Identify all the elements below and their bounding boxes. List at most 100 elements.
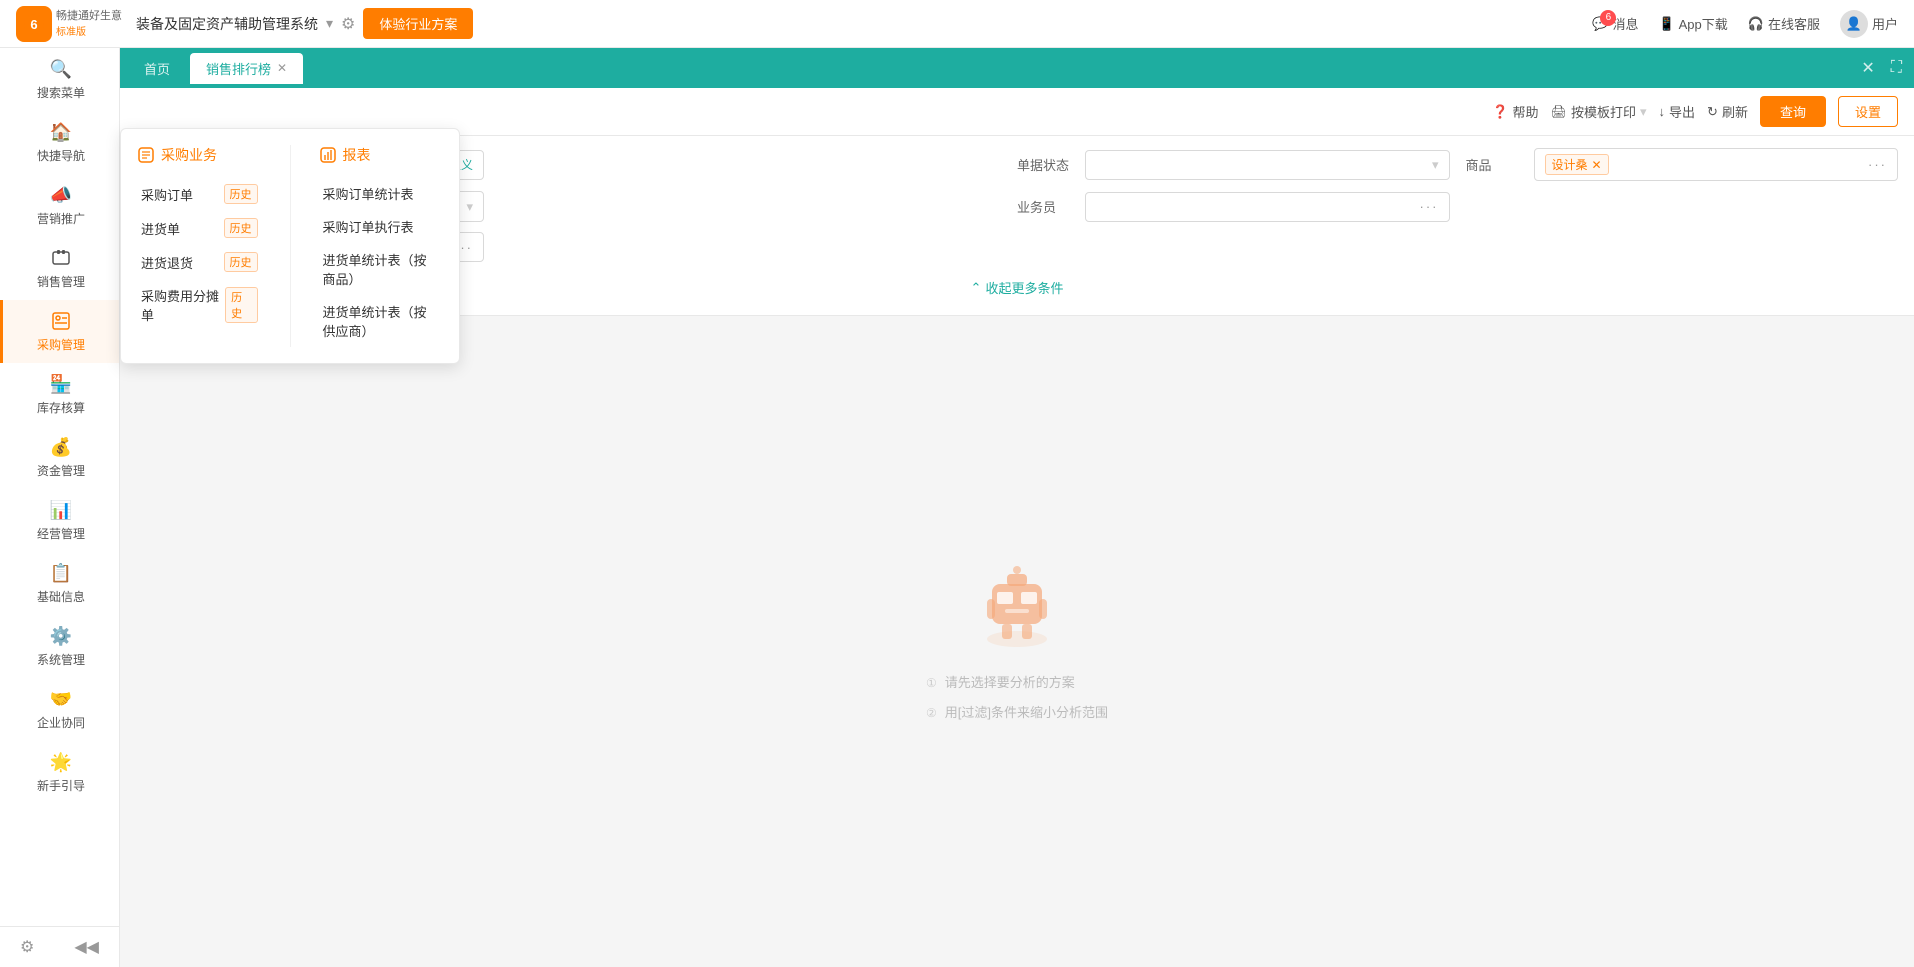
gear-icon[interactable]: ⚙	[341, 14, 355, 34]
dropdown-arrow-icon[interactable]: ▾	[326, 15, 333, 32]
dropdown-item-expense[interactable]: 采购费用分摊单 历史	[137, 279, 262, 331]
dropdown-item-return[interactable]: 进货退货 历史	[137, 245, 262, 279]
sidebar-item-sales[interactable]: 销售管理	[0, 237, 119, 300]
user-menu[interactable]: 👤 用户	[1840, 10, 1898, 38]
sidebar-label-sales: 销售管理	[37, 273, 85, 290]
refresh-icon: ↻	[1707, 104, 1718, 120]
query-btn[interactable]: 查询	[1760, 96, 1826, 127]
headset-icon: 🎧	[1748, 16, 1764, 32]
hint-text-1: 请先选择要分析的方案	[945, 670, 1075, 696]
settings-btn[interactable]: 设置	[1838, 96, 1898, 127]
main-layout: 🔍 搜索菜单 🏠 快捷导航 📣 营销推广 销售管理	[0, 48, 1914, 967]
doc-status-label: 单据状态	[1017, 155, 1077, 174]
salesman-dots[interactable]: ···	[1420, 199, 1439, 214]
sidebar-item-purchase[interactable]: 采购管理	[0, 300, 119, 363]
sidebar-item-inventory[interactable]: 🏪 库存核算	[0, 363, 119, 426]
app-download-btn[interactable]: 📱 App下载	[1658, 14, 1727, 33]
inbound-stats-supplier-label: 进货单统计表（按供应商）	[323, 302, 440, 340]
product-more-dots[interactable]: ···	[1868, 157, 1887, 172]
expense-history[interactable]: 历史	[225, 287, 257, 323]
tab-home-label: 首页	[144, 59, 170, 78]
sidebar-label-marketing: 营销推广	[37, 210, 85, 227]
sidebar-item-basic[interactable]: 📋 基础信息	[0, 552, 119, 615]
user-label: 用户	[1872, 14, 1898, 33]
sidebar-item-guide[interactable]: 🌟 新手引导	[0, 741, 119, 804]
print-icon: 🖨	[1550, 104, 1567, 120]
export-btn[interactable]: ↓ 导出	[1659, 102, 1696, 121]
empty-illustration	[967, 554, 1067, 654]
dropdown-item-order-exec[interactable]: 采购订单执行表	[319, 210, 444, 243]
refresh-btn[interactable]: ↻ 刷新	[1707, 102, 1748, 121]
phone-icon: 📱	[1658, 16, 1674, 32]
topbar-right: 💬 6 消息 📱 App下载 🎧 在线客服 👤 用户	[1592, 10, 1898, 38]
app-download-label: App下载	[1679, 14, 1728, 33]
avatar: 👤	[1840, 10, 1868, 38]
print-btn[interactable]: 🖨 按模板打印 ▾	[1550, 102, 1646, 121]
salesman-filter: 业务员 ···	[1017, 192, 1450, 222]
purchase-order-history[interactable]: 历史	[224, 184, 258, 204]
sidebar-item-enterprise[interactable]: 🤝 企业协同	[0, 678, 119, 741]
doc-status-input[interactable]: ▾	[1085, 150, 1450, 180]
settings-bottom-icon[interactable]: ⚙	[20, 937, 34, 957]
message-btn[interactable]: 💬 6 消息	[1592, 14, 1638, 33]
enterprise-icon: 🤝	[50, 688, 72, 710]
inbound-history[interactable]: 历史	[224, 218, 258, 238]
tab-expand-icon[interactable]: ⛶	[1887, 55, 1906, 81]
order-stats-label: 采购订单统计表	[323, 184, 414, 203]
help-btn[interactable]: ❓ 帮助	[1492, 102, 1538, 121]
dropdown-item-purchase-order[interactable]: 采购订单 历史	[137, 177, 262, 211]
collapse-btn[interactable]: ⌃ 收起更多条件	[965, 272, 1070, 303]
sidebar-label-enterprise: 企业协同	[37, 714, 85, 731]
logo-icon: 6	[16, 6, 52, 42]
logo: 6 畅捷通好生意 标准版	[16, 6, 136, 42]
product-label: 商品	[1466, 155, 1526, 174]
system-title-area: 装备及固定资产辅助管理系统 ▾ ⚙ 体验行业方案	[136, 8, 1592, 39]
salesman-input[interactable]: ···	[1085, 192, 1450, 222]
collapse-label: 收起更多条件	[985, 278, 1063, 297]
sales-icon	[50, 247, 72, 269]
purchase-section-label: 采购业务	[161, 145, 217, 165]
message-count: 6	[1600, 10, 1616, 26]
sidebar-item-quick[interactable]: 🏠 快捷导航	[0, 111, 119, 174]
sidebar-item-search[interactable]: 🔍 搜索菜单	[0, 48, 119, 111]
tab-home[interactable]: 首页	[128, 53, 186, 84]
collapse-sidebar-icon[interactable]: ◀◀	[74, 937, 99, 957]
dropdown-item-inbound-stats-supplier[interactable]: 进货单统计表（按供应商）	[319, 295, 444, 347]
tab-close-all-icon[interactable]: ✕	[1857, 54, 1878, 82]
collapse-arrow-icon: ⌃	[971, 280, 982, 296]
tab-close-icon[interactable]: ✕	[277, 61, 287, 75]
order-exec-label: 采购订单执行表	[323, 217, 414, 236]
salesman-label: 业务员	[1017, 197, 1077, 216]
industry-btn[interactable]: 体验行业方案	[363, 8, 473, 39]
expense-label: 采购费用分摊单	[141, 286, 225, 324]
dropdown-item-inbound-stats-product[interactable]: 进货单统计表（按商品）	[319, 243, 444, 295]
tab-sales-rank-label: 销售排行榜	[206, 59, 271, 78]
dropdown-item-inbound[interactable]: 进货单 历史	[137, 211, 262, 245]
hint-text-2: 用[过滤]条件来缩小分析范围	[945, 700, 1108, 726]
export-icon: ↓	[1659, 104, 1666, 119]
dropdown-item-order-stats[interactable]: 采购订单统计表	[319, 177, 444, 210]
home-icon: 🏠	[50, 121, 72, 143]
sidebar-label-inventory: 库存核算	[37, 399, 85, 416]
tab-sales-rank[interactable]: 销售排行榜 ✕	[190, 53, 303, 84]
sidebar: 🔍 搜索菜单 🏠 快捷导航 📣 营销推广 销售管理	[0, 48, 120, 967]
notification-badge: 💬 6	[1592, 16, 1608, 32]
return-history[interactable]: 历史	[224, 252, 258, 272]
svg-text:6: 6	[30, 17, 37, 32]
sidebar-item-operation[interactable]: 📊 经营管理	[0, 489, 119, 552]
sidebar-label-quick: 快捷导航	[37, 147, 85, 164]
report-section-title: 报表	[319, 145, 444, 165]
avatar-icon: 👤	[1846, 16, 1862, 32]
product-input[interactable]: 设计桑 ✕ ···	[1534, 148, 1899, 181]
sidebar-item-marketing[interactable]: 📣 营销推广	[0, 174, 119, 237]
operation-icon: 📊	[50, 499, 72, 521]
search-icon: 🔍	[50, 58, 72, 80]
purchase-dropdown: 采购业务 采购订单 历史 进货单 历史 进货退货 历史 采购费用分摊单 历史	[120, 128, 460, 364]
sidebar-item-finance[interactable]: 💰 资金管理	[0, 426, 119, 489]
purchase-section: 采购业务 采购订单 历史 进货单 历史 进货退货 历史 采购费用分摊单 历史	[137, 145, 262, 347]
finance-icon: 💰	[50, 436, 72, 458]
online-service-btn[interactable]: 🎧 在线客服	[1748, 14, 1820, 33]
sidebar-item-system[interactable]: ⚙️ 系统管理	[0, 615, 119, 678]
product-tag-close[interactable]: ✕	[1592, 158, 1602, 172]
sidebar-bottom: ⚙ ◀◀	[0, 926, 119, 967]
